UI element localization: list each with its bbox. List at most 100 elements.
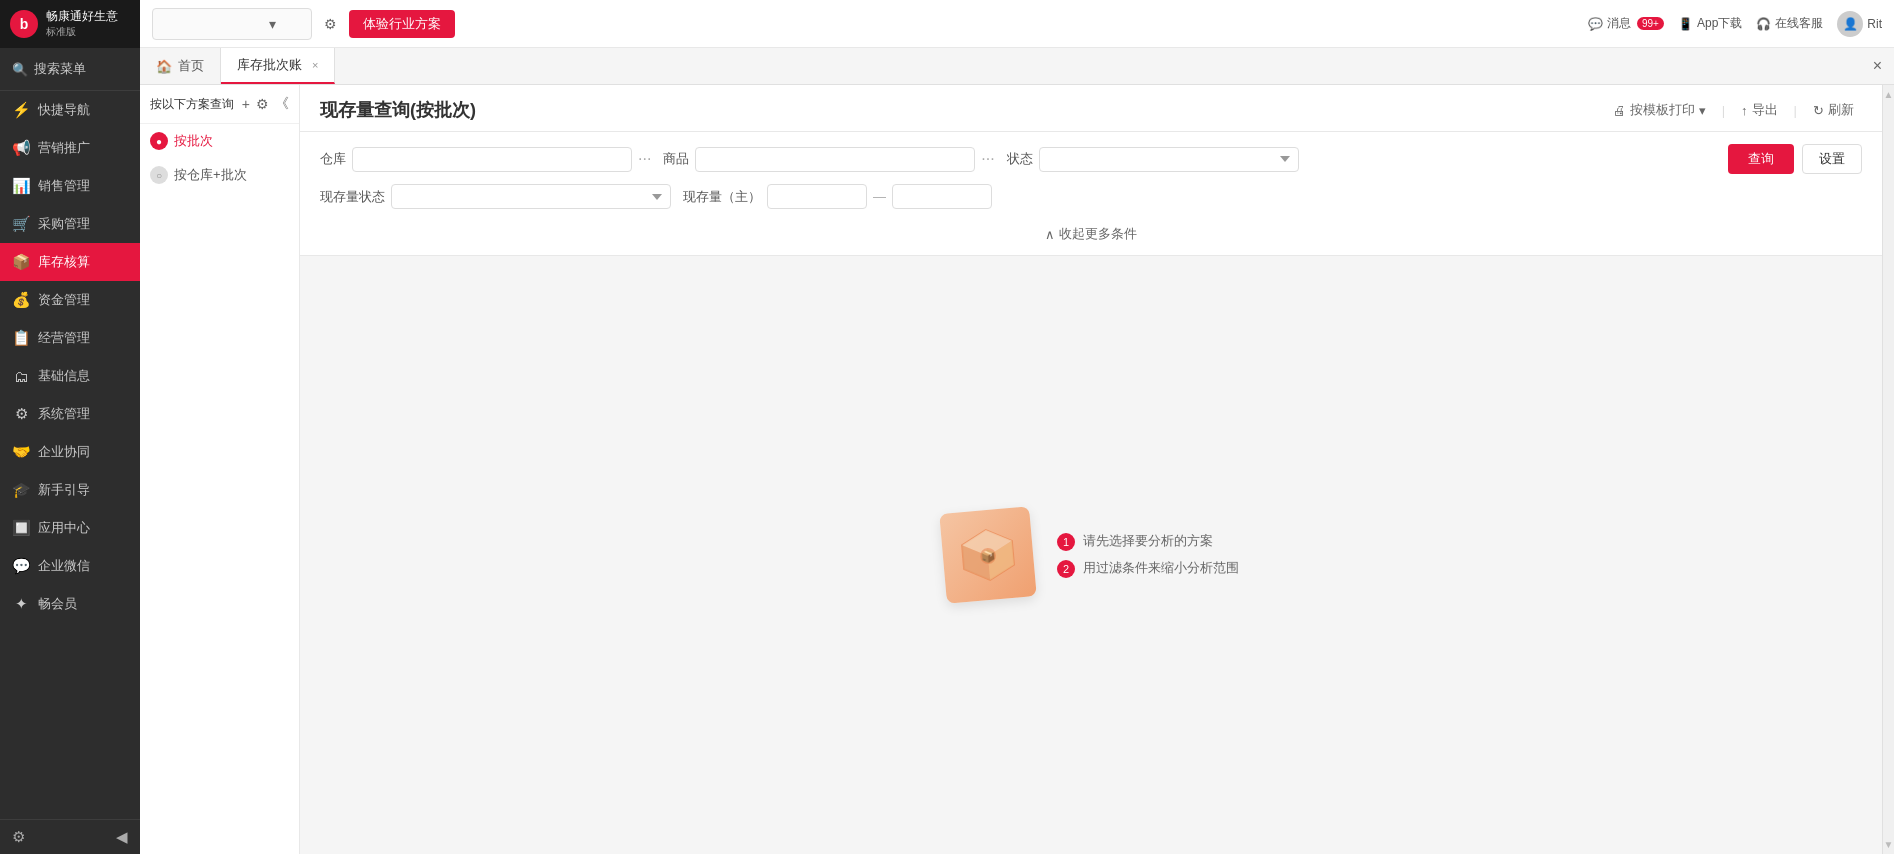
stock-qty-to-input[interactable] (892, 184, 992, 209)
sidebar-item-label: 经营管理 (38, 329, 90, 347)
collapse-more-btn[interactable]: ∧ 收起更多条件 (320, 219, 1862, 243)
sidebar-item-member[interactable]: ✦ 畅会员 (0, 585, 140, 623)
sidebar-item-appcenter[interactable]: 🔲 应用中心 (0, 509, 140, 547)
refresh-icon: ↻ (1813, 103, 1824, 118)
topbar-app-download[interactable]: 📱 App下载 (1678, 15, 1742, 32)
collapse-label: 收起更多条件 (1059, 225, 1137, 243)
sidebar-item-inventory[interactable]: 📦 库存核算 (0, 243, 140, 281)
refresh-button[interactable]: ↻ 刷新 (1805, 97, 1862, 123)
tab-close-icon[interactable]: × (312, 59, 318, 71)
tab-inventory-batch-label: 库存批次账 (237, 56, 302, 74)
topbar-gear-button[interactable]: ⚙ (320, 12, 341, 36)
topbar-messages[interactable]: 💬 消息 99+ (1588, 15, 1664, 32)
sidebar-footer: ⚙ ◀ (0, 819, 140, 854)
tab-bar-close-icon[interactable]: × (1861, 57, 1894, 75)
plan-by-batch[interactable]: ● 按批次 (140, 124, 299, 158)
page-header-actions: 🖨 按模板打印 ▾ | ↑ 导出 | ↻ 刷新 (1605, 97, 1862, 123)
topbar-search-area: ▾ (152, 8, 312, 40)
query-button[interactable]: 查询 (1728, 144, 1794, 174)
stock-status-label: 现存量状态 (320, 188, 385, 206)
stock-status-select[interactable] (391, 184, 671, 209)
tab-home[interactable]: 🏠 首页 (140, 48, 221, 84)
svg-text:📦: 📦 (980, 547, 996, 563)
sidebar-item-purchase[interactable]: 🛒 采购管理 (0, 205, 140, 243)
collapse-icon: ∧ (1045, 227, 1055, 242)
sidebar-nav: 🔍 搜索菜单 ⚡ 快捷导航 📢 营销推广 📊 销售管理 🛒 采购管理 📦 库存核… (0, 48, 140, 819)
message-icon: 💬 (1588, 17, 1603, 31)
hint-number-2: 2 (1057, 560, 1075, 578)
user-avatar: 👤 (1837, 11, 1863, 37)
header-divider-1: | (1722, 103, 1725, 118)
appcenter-icon: 🔲 (12, 519, 30, 537)
tab-inventory-batch[interactable]: 库存批次账 × (221, 48, 335, 84)
filter-row-1: 仓库 ··· 商品 ··· 状态 (320, 144, 1862, 174)
print-label: 按模板打印 (1630, 101, 1695, 119)
sidebar-item-label: 新手引导 (38, 481, 90, 499)
sidebar: b 畅康通好生意 标准版 🔍 搜索菜单 ⚡ 快捷导航 📢 营销推广 📊 销售管理… (0, 0, 140, 854)
basic-icon: 🗂 (12, 368, 30, 385)
sidebar-item-wxwork[interactable]: 💬 企业微信 (0, 547, 140, 585)
hint-number-1: 1 (1057, 533, 1075, 551)
sidebar-item-newbie[interactable]: 🎓 新手引导 (0, 471, 140, 509)
sidebar-item-label: 库存核算 (38, 253, 90, 271)
quicknav-icon: ⚡ (12, 101, 30, 119)
topbar-search-input[interactable] (161, 17, 261, 31)
sidebar-item-sales[interactable]: 📊 销售管理 (0, 167, 140, 205)
industry-plan-button[interactable]: 体验行业方案 (349, 10, 455, 38)
goods-filter-input[interactable] (695, 147, 975, 172)
topbar-chevron-button[interactable]: ▾ (265, 12, 280, 36)
finance-icon: 💰 (12, 291, 30, 309)
warehouse-filter-input[interactable] (352, 147, 632, 172)
mobile-icon: 📱 (1678, 17, 1693, 31)
scroll-down-arrow[interactable]: ▼ (1884, 839, 1894, 850)
warehouse-filter-dots[interactable]: ··· (638, 150, 651, 168)
plan-by-warehouse-batch-label: 按仓库+批次 (174, 166, 247, 184)
status-filter-select[interactable] (1039, 147, 1299, 172)
system-icon: ⚙ (12, 405, 30, 423)
enterprise-icon: 🤝 (12, 443, 30, 461)
left-plan-panel: 按以下方案查询 + ⚙ 《 ● 按批次 ○ 按仓库+批次 (140, 85, 300, 854)
plan-settings-button[interactable]: ⚙ (256, 95, 269, 113)
stock-qty-from-input[interactable] (767, 184, 867, 209)
sidebar-collapse-button[interactable]: ◀ (116, 828, 128, 846)
print-template-button[interactable]: 🖨 按模板打印 ▾ (1605, 97, 1714, 123)
topbar-online-service[interactable]: 🎧 在线客服 (1756, 15, 1823, 32)
collapse-panel-button[interactable]: 《 (275, 95, 289, 113)
goods-filter-dots[interactable]: ··· (981, 150, 994, 168)
sidebar-item-label: 营销推广 (38, 139, 90, 157)
plan-by-warehouse-batch[interactable]: ○ 按仓库+批次 (140, 158, 299, 192)
wxwork-icon: 💬 (12, 557, 30, 575)
empty-hint-2: 2 用过滤条件来缩小分析范围 (1057, 559, 1239, 578)
search-icon: 🔍 (12, 62, 28, 77)
sidebar-item-basic[interactable]: 🗂 基础信息 (0, 357, 140, 395)
side-scrollbar[interactable]: ▲ ▼ (1882, 85, 1894, 854)
sidebar-item-system[interactable]: ⚙ 系统管理 (0, 395, 140, 433)
sidebar-settings-button[interactable]: ⚙ (12, 828, 25, 846)
settings-button[interactable]: 设置 (1802, 144, 1862, 174)
right-content: 现存量查询(按批次) 🖨 按模板打印 ▾ | ↑ 导出 | ↻ (300, 85, 1882, 854)
print-chevron-icon: ▾ (1699, 103, 1706, 118)
sidebar-search-label: 搜索菜单 (34, 60, 86, 78)
topbar-user[interactable]: 👤 Rit (1837, 11, 1882, 37)
empty-hint-1: 1 请先选择要分析的方案 (1057, 532, 1239, 551)
sidebar-item-finance[interactable]: 💰 资金管理 (0, 281, 140, 319)
sidebar-item-marketing[interactable]: 📢 营销推广 (0, 129, 140, 167)
headset-icon: 🎧 (1756, 17, 1771, 31)
status-filter-label: 状态 (1007, 150, 1033, 168)
sidebar-item-label: 基础信息 (38, 367, 90, 385)
printer-icon: 🖨 (1613, 103, 1626, 118)
sidebar-item-operation[interactable]: 📋 经营管理 (0, 319, 140, 357)
sidebar-item-quicknav[interactable]: ⚡ 快捷导航 (0, 91, 140, 129)
sidebar-item-label: 企业微信 (38, 557, 90, 575)
export-icon: ↑ (1741, 103, 1748, 118)
warehouse-filter-group: 仓库 ··· (320, 147, 651, 172)
scroll-up-arrow[interactable]: ▲ (1884, 89, 1894, 100)
plan-by-batch-label: 按批次 (174, 132, 213, 150)
sidebar-item-enterprise[interactable]: 🤝 企业协同 (0, 433, 140, 471)
sidebar-search-button[interactable]: 🔍 搜索菜单 (8, 56, 132, 82)
add-plan-button[interactable]: + (242, 95, 250, 113)
export-button[interactable]: ↑ 导出 (1733, 97, 1786, 123)
range-dash: — (873, 189, 886, 204)
topbar: ▾ ⚙ 体验行业方案 💬 消息 99+ 📱 App下载 🎧 在线客服 👤 Rit (140, 0, 1894, 48)
plan-query-label: 按以下方案查询 (150, 96, 234, 113)
